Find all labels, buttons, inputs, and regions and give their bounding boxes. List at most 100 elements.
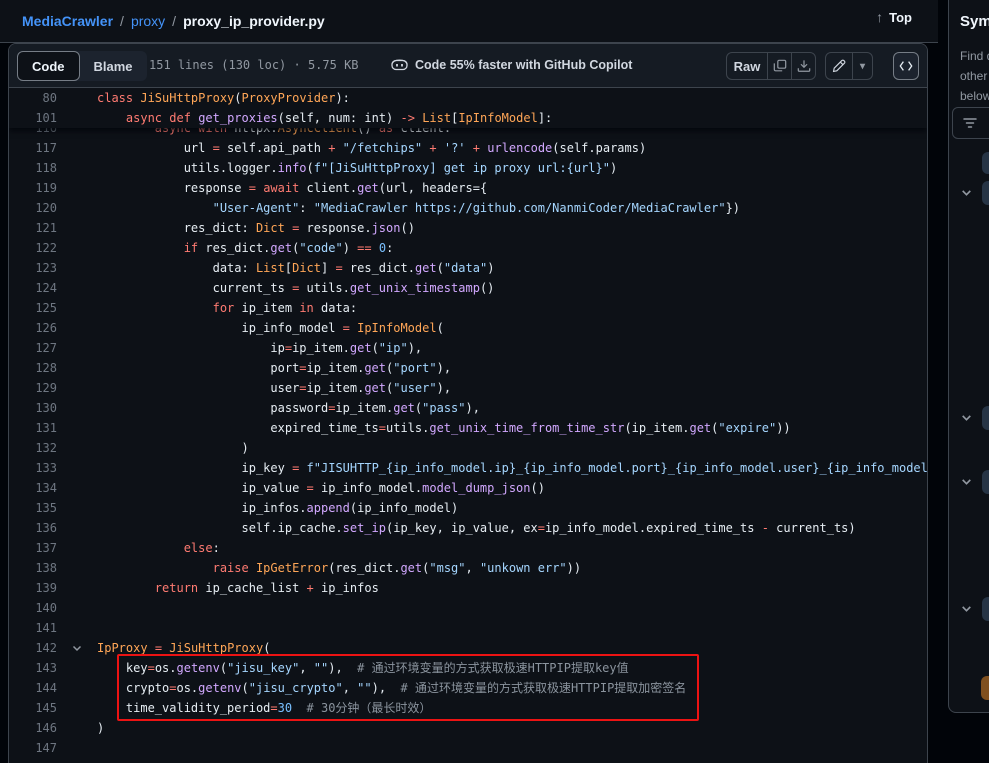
line-number[interactable]: 123 [9,258,57,278]
tab-code[interactable]: Code [17,51,80,81]
line-number[interactable]: 130 [9,398,57,418]
gutter-space [57,278,97,298]
line-number[interactable]: 122 [9,238,57,258]
code-line: 136 self.ip_cache.set_ip(ip_key, ip_valu… [9,518,927,538]
code-line: 118 utils.logger.info(f"[JiSuHttpProxy] … [9,158,927,178]
symbol-item-pill[interactable] [982,181,989,205]
line-number[interactable]: 101 [9,108,57,128]
symbol-item-pill[interactable] [982,470,989,494]
breadcrumb-folder-link[interactable]: proxy [131,13,165,29]
edit-button[interactable] [826,53,852,79]
gutter-space [57,478,97,498]
edit-dropdown-button[interactable]: ▾ [852,53,872,79]
line-number[interactable]: 80 [9,88,57,108]
breadcrumb-repo-link[interactable]: MediaCrawler [22,13,113,29]
breadcrumb-separator: / [165,13,183,29]
gutter-space [57,598,97,618]
code-text: ip=ip_item.get("ip"), [97,338,422,358]
code-line: 124 current_ts = utils.get_unix_timestam… [9,278,927,298]
copy-button[interactable] [767,53,791,79]
gutter-space [57,378,97,398]
code-line: 135 ip_infos.append(ip_info_model) [9,498,927,518]
line-number[interactable]: 128 [9,358,57,378]
symbols-desc-line: Find definitions and references for func… [960,46,989,66]
line-number[interactable]: 144 [9,678,57,698]
code-text: expired_time_ts=utils.get_unix_time_from… [97,418,791,438]
code-line: 132 ) [9,438,927,458]
symbol-item-pill-orange[interactable] [981,676,989,700]
symbols-panel-toggle-button[interactable] [893,52,919,80]
code-brackets-icon [899,60,913,72]
download-button[interactable] [791,53,815,79]
code-text: current_ts = utils.get_unix_timestamp() [97,278,494,298]
raw-copy-download-group: Raw [726,52,816,80]
line-number[interactable]: 139 [9,578,57,598]
code-text: for ip_item in data: [97,298,357,318]
code-line: 143 key=os.getenv("jisu_key", ""), # 通过环… [9,658,927,678]
line-number[interactable]: 126 [9,318,57,338]
code-line: 122 if res_dict.get("code") == 0: [9,238,927,258]
code-line: 146) [9,718,927,738]
code-text: else: [97,538,220,558]
fold-chevron-icon[interactable] [57,638,97,658]
line-number[interactable]: 127 [9,338,57,358]
code-text: return ip_cache_list + ip_infos [97,578,379,598]
line-number[interactable]: 142 [9,638,57,658]
code-line: 120 "User-Agent": "MediaCrawler https://… [9,198,927,218]
line-number[interactable]: 138 [9,558,57,578]
code-line: 140 [9,598,927,618]
code-text: key=os.getenv("jisu_key", ""), # 通过环境变量的… [97,658,629,678]
raw-button[interactable]: Raw [727,53,767,79]
code-text: utils.logger.info(f"[JiSuHttpProxy] get … [97,158,617,178]
gutter-space [57,298,97,318]
line-number[interactable]: 119 [9,178,57,198]
tab-blame[interactable]: Blame [80,51,147,81]
code-line: 127 ip=ip_item.get("ip"), [9,338,927,358]
line-number[interactable]: 131 [9,418,57,438]
line-number[interactable]: 125 [9,298,57,318]
line-number[interactable]: 135 [9,498,57,518]
symbol-collapse-chevron-icon[interactable] [960,411,973,424]
symbols-filter-button[interactable] [952,107,989,139]
line-number[interactable]: 134 [9,478,57,498]
line-number[interactable]: 147 [9,738,57,758]
line-number[interactable]: 117 [9,138,57,158]
line-number[interactable]: 132 [9,438,57,458]
gutter-space [57,738,97,758]
symbol-item-pill[interactable] [982,406,989,430]
line-number[interactable]: 140 [9,598,57,618]
code-line: 144 crypto=os.getenv("jisu_crypto", ""),… [9,678,927,698]
line-number[interactable]: 136 [9,518,57,538]
symbol-collapse-chevron-icon[interactable] [960,602,973,615]
line-number[interactable]: 146 [9,718,57,738]
gutter-space [57,198,97,218]
code-line: 137 else: [9,538,927,558]
back-to-top-button[interactable]: ↑ Top [876,9,912,25]
copilot-banner-text: Code 55% faster with GitHub Copilot [415,58,632,72]
code-text: response = await client.get(url, headers… [97,178,487,198]
up-arrow-icon: ↑ [876,9,883,25]
line-number[interactable]: 133 [9,458,57,478]
line-number[interactable]: 141 [9,618,57,638]
line-number[interactable]: 145 [9,698,57,718]
code-line: 126 ip_info_model = IpInfoModel( [9,318,927,338]
symbol-item-pill[interactable] [982,152,989,174]
back-to-top-label: Top [889,10,912,25]
gutter-space [57,678,97,698]
symbol-collapse-chevron-icon[interactable] [960,475,973,488]
line-number[interactable]: 120 [9,198,57,218]
code-text: class JiSuHttpProxy(ProxyProvider): [97,88,350,108]
line-number[interactable]: 143 [9,658,57,678]
symbols-desc-line: other symbols in this file by clicking a… [960,66,989,86]
code-text: crypto=os.getenv("jisu_crypto", ""), # 通… [97,678,686,698]
sticky-context-lines: 80 class JiSuHttpProxy(ProxyProvider): 101… [9,88,927,128]
line-number[interactable]: 124 [9,278,57,298]
code-line: 129 user=ip_item.get("user"), [9,378,927,398]
symbol-collapse-chevron-icon[interactable] [960,186,973,199]
symbol-item-pill[interactable] [982,597,989,621]
copilot-banner[interactable]: Code 55% faster with GitHub Copilot [391,57,632,72]
line-number[interactable]: 121 [9,218,57,238]
line-number[interactable]: 118 [9,158,57,178]
line-number[interactable]: 129 [9,378,57,398]
line-number[interactable]: 137 [9,538,57,558]
